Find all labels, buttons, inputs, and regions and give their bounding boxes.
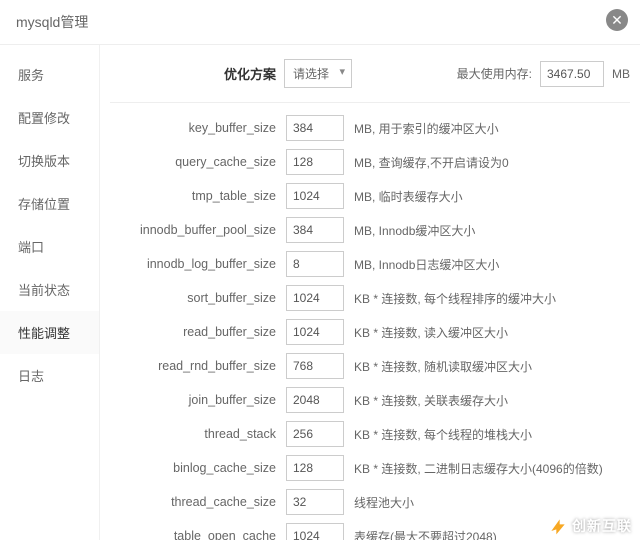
top-row: 优化方案 请选择 最大使用内存: MB — [110, 59, 630, 103]
field-desc: 线程池大小 — [354, 494, 630, 511]
sidebar-item-7[interactable]: 日志 — [0, 354, 99, 397]
sidebar-item-label: 端口 — [18, 240, 44, 255]
max-memory-unit: MB — [612, 67, 630, 81]
table_open_cache-input[interactable] — [286, 523, 344, 540]
field-row: read_buffer_size KB * 连接数, 读入缓冲区大小 — [110, 319, 630, 345]
field-label: tmp_table_size — [110, 189, 276, 203]
field-desc: 表缓存(最大不要超过2048) — [354, 528, 630, 540]
field-row: read_rnd_buffer_size KB * 连接数, 随机读取缓冲区大小 — [110, 353, 630, 379]
field-desc: KB * 连接数, 随机读取缓冲区大小 — [354, 358, 630, 375]
field-row: innodb_log_buffer_size MB, Innodb日志缓冲区大小 — [110, 251, 630, 277]
field-label: innodb_log_buffer_size — [110, 257, 276, 271]
field-label: key_buffer_size — [110, 121, 276, 135]
field-row: join_buffer_size KB * 连接数, 关联表缓存大小 — [110, 387, 630, 413]
tmp_table_size-input[interactable] — [286, 183, 344, 209]
read_buffer_size-input[interactable] — [286, 319, 344, 345]
binlog_cache_size-input[interactable] — [286, 455, 344, 481]
sidebar: 服务配置修改切换版本存储位置端口当前状态性能调整日志 — [0, 45, 100, 540]
field-desc: MB, 用于索引的缓冲区大小 — [354, 120, 630, 137]
sidebar-item-label: 切换版本 — [18, 154, 70, 169]
read_rnd_buffer_size-input[interactable] — [286, 353, 344, 379]
field-label: thread_stack — [110, 427, 276, 441]
field-row: thread_cache_size 线程池大小 — [110, 489, 630, 515]
field-desc: MB, 查询缓存,不开启请设为0 — [354, 154, 630, 171]
select-value: 请选择 — [293, 67, 329, 81]
sidebar-item-label: 日志 — [18, 369, 44, 384]
field-label: join_buffer_size — [110, 393, 276, 407]
field-desc: KB * 连接数, 每个线程的堆栈大小 — [354, 426, 630, 443]
field-label: innodb_buffer_pool_size — [110, 223, 276, 237]
sidebar-item-label: 配置修改 — [18, 111, 70, 126]
field-label: read_rnd_buffer_size — [110, 359, 276, 373]
thread_stack-input[interactable] — [286, 421, 344, 447]
join_buffer_size-input[interactable] — [286, 387, 344, 413]
field-row: thread_stack KB * 连接数, 每个线程的堆栈大小 — [110, 421, 630, 447]
max-memory-label: 最大使用内存: — [457, 65, 532, 82]
modal-header: mysqld管理 ✕ — [0, 0, 640, 45]
field-desc: MB, Innodb缓冲区大小 — [354, 222, 630, 239]
field-row: table_open_cache 表缓存(最大不要超过2048) — [110, 523, 630, 540]
optimization-plan-select[interactable]: 请选择 — [284, 59, 352, 88]
modal-title: mysqld管理 — [16, 12, 88, 32]
sidebar-item-0[interactable]: 服务 — [0, 53, 99, 96]
fields-list: key_buffer_size MB, 用于索引的缓冲区大小 query_cache… — [110, 115, 630, 540]
innodb_buffer_pool_size-input[interactable] — [286, 217, 344, 243]
field-label: binlog_cache_size — [110, 461, 276, 475]
sidebar-item-3[interactable]: 存储位置 — [0, 182, 99, 225]
sidebar-item-label: 当前状态 — [18, 283, 70, 298]
field-label: sort_buffer_size — [110, 291, 276, 305]
sidebar-item-4[interactable]: 端口 — [0, 225, 99, 268]
sidebar-item-2[interactable]: 切换版本 — [0, 139, 99, 182]
field-row: key_buffer_size MB, 用于索引的缓冲区大小 — [110, 115, 630, 141]
field-row: tmp_table_size MB, 临时表缓存大小 — [110, 183, 630, 209]
field-desc: KB * 连接数, 关联表缓存大小 — [354, 392, 630, 409]
field-label: query_cache_size — [110, 155, 276, 169]
key_buffer_size-input[interactable] — [286, 115, 344, 141]
close-icon[interactable]: ✕ — [606, 9, 628, 31]
mysqld-modal: mysqld管理 ✕ 服务配置修改切换版本存储位置端口当前状态性能调整日志 优化… — [0, 0, 640, 540]
modal-body: 服务配置修改切换版本存储位置端口当前状态性能调整日志 优化方案 请选择 最大使用… — [0, 45, 640, 540]
field-desc: MB, Innodb日志缓冲区大小 — [354, 256, 630, 273]
field-row: query_cache_size MB, 查询缓存,不开启请设为0 — [110, 149, 630, 175]
field-row: binlog_cache_size KB * 连接数, 二进制日志缓存大小(409… — [110, 455, 630, 481]
innodb_log_buffer_size-input[interactable] — [286, 251, 344, 277]
field-label: read_buffer_size — [110, 325, 276, 339]
field-desc: KB * 连接数, 二进制日志缓存大小(4096的倍数) — [354, 460, 630, 477]
optimization-plan-label: 优化方案 — [110, 64, 276, 83]
query_cache_size-input[interactable] — [286, 149, 344, 175]
sidebar-item-5[interactable]: 当前状态 — [0, 268, 99, 311]
thread_cache_size-input[interactable] — [286, 489, 344, 515]
field-desc: KB * 连接数, 每个线程排序的缓冲大小 — [354, 290, 630, 307]
max-memory-input[interactable] — [540, 61, 604, 87]
field-desc: KB * 连接数, 读入缓冲区大小 — [354, 324, 630, 341]
sidebar-item-1[interactable]: 配置修改 — [0, 96, 99, 139]
sidebar-item-label: 服务 — [18, 68, 44, 83]
field-row: sort_buffer_size KB * 连接数, 每个线程排序的缓冲大小 — [110, 285, 630, 311]
field-row: innodb_buffer_pool_size MB, Innodb缓冲区大小 — [110, 217, 630, 243]
field-desc: MB, 临时表缓存大小 — [354, 188, 630, 205]
sort_buffer_size-input[interactable] — [286, 285, 344, 311]
field-label: thread_cache_size — [110, 495, 276, 509]
sidebar-item-label: 性能调整 — [18, 326, 70, 341]
sidebar-item-label: 存储位置 — [18, 197, 70, 212]
field-label: table_open_cache — [110, 529, 276, 540]
sidebar-item-6[interactable]: 性能调整 — [0, 311, 99, 354]
content-panel: 优化方案 请选择 最大使用内存: MB key_buffer_size MB, 用… — [100, 45, 640, 540]
